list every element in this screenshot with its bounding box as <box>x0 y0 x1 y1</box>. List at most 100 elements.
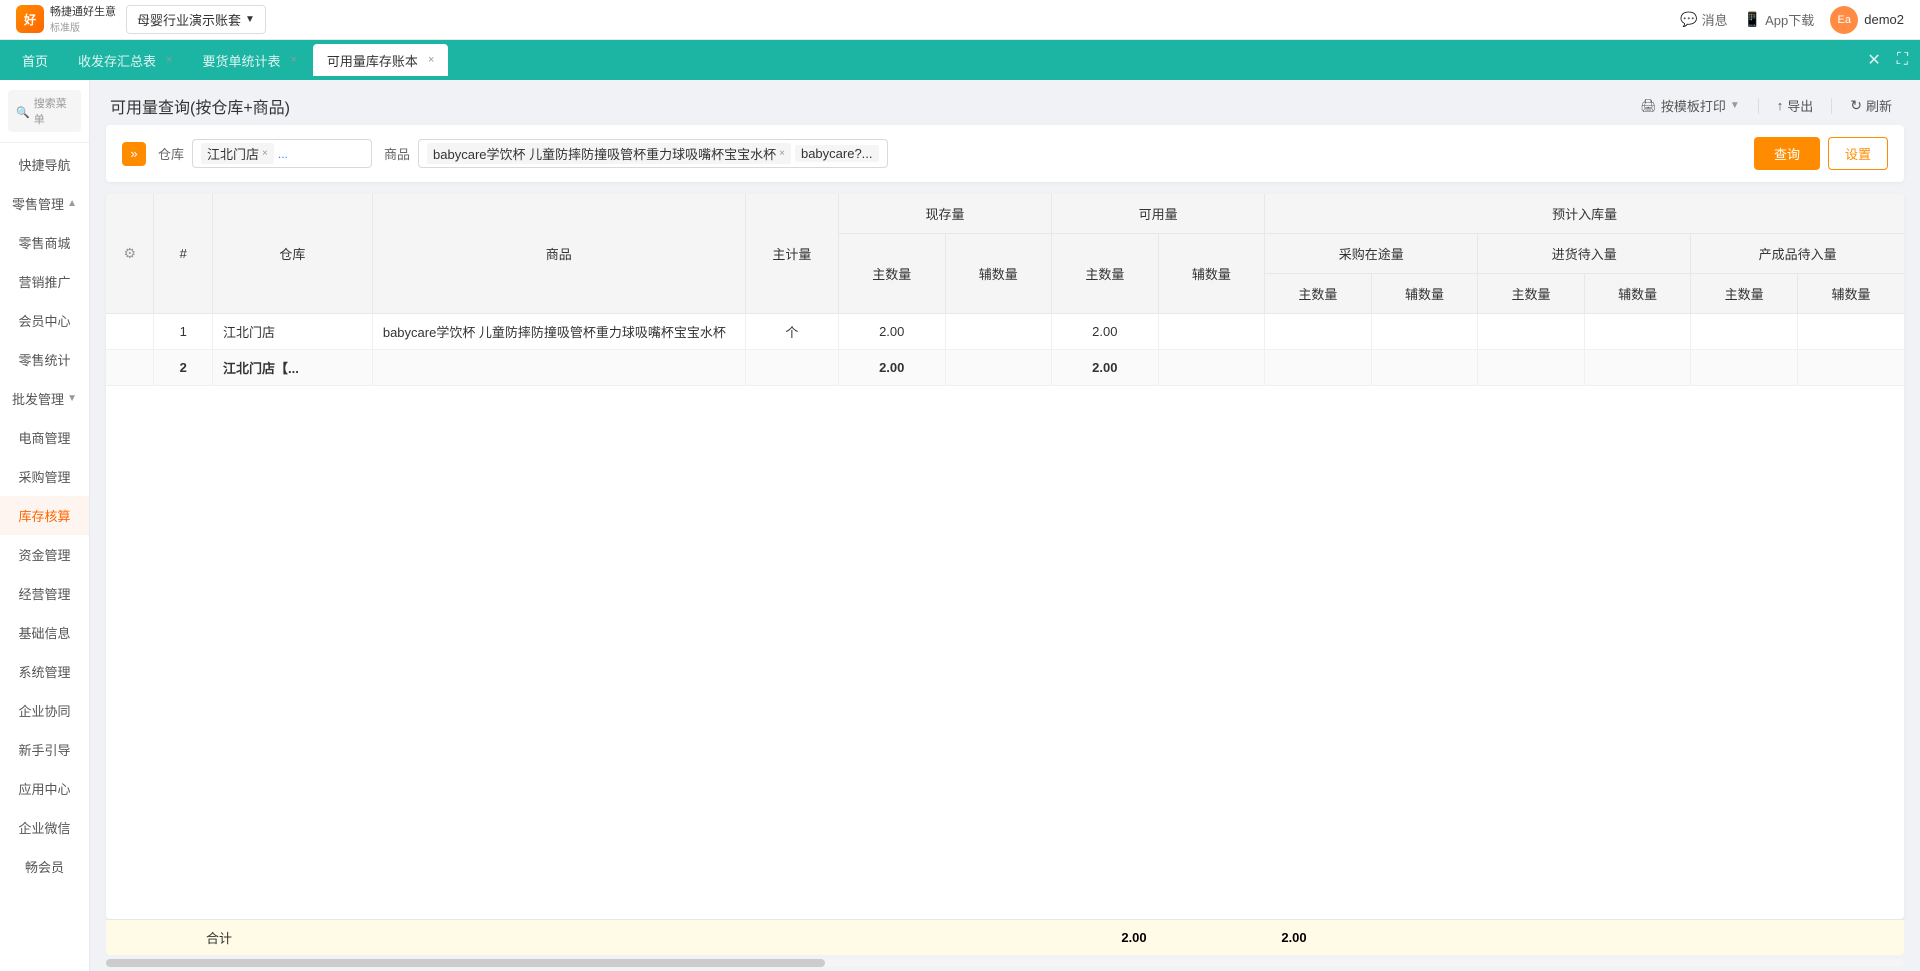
sidebar-item-marketing[interactable]: 营销推广 <box>0 262 89 301</box>
td-unit: 个 <box>745 314 838 350</box>
th-avail-main: 主数量 <box>1052 234 1159 314</box>
sidebar-item-retail-mall[interactable]: 零售商城 <box>0 223 89 262</box>
sidebar-item-finance[interactable]: 资金管理 <box>0 535 89 574</box>
td-pur-pending-aux <box>1584 350 1691 386</box>
print-icon <box>1640 98 1657 114</box>
product-tag-1: babycare学饮杯 儿童防摔防撞吸管杯重力球吸嘴杯宝宝水杯 × <box>427 143 791 164</box>
th-pur-transit-main: 主数量 <box>1265 274 1372 314</box>
td-stock-aux <box>945 314 1052 350</box>
sidebar-item-system[interactable]: 系统管理 <box>0 652 89 691</box>
topbar: 好 畅捷通好生意 标准版 母婴行业演示账套 ▼ 消息 App下载 Ea demo… <box>0 0 1920 40</box>
store-selector[interactable]: 母婴行业演示账套 ▼ <box>126 5 266 34</box>
th-stock-aux: 辅数量 <box>945 234 1052 314</box>
sidebar-item-quick-nav[interactable]: 快捷导航 <box>0 145 89 184</box>
table-header-row-1: ⚙ # 仓库 商品 主计量 现存量 可用量 预计入库量 <box>106 194 1904 234</box>
sidebar-item-member[interactable]: 畅会员 <box>0 847 89 886</box>
settings-button[interactable]: 设置 <box>1828 137 1888 170</box>
sidebar-item-purchase-mgmt[interactable]: 采购管理 <box>0 457 89 496</box>
sidebar-item-new-guide[interactable]: 新手引导 <box>0 730 89 769</box>
filter-bar: » 仓库 江北门店 × ... 商品 babycare学饮杯 儿童防摔防撞吸管杯… <box>106 125 1904 182</box>
page-header: 可用量查询(按仓库+商品) 按模板打印 ▼ 导出 刷新 <box>90 80 1920 125</box>
tab-home[interactable]: 首页 <box>8 44 62 76</box>
tab-shoufacun[interactable]: 收发存汇总表 × <box>64 44 186 76</box>
td-avail-aux <box>1158 314 1265 350</box>
logo: 好 畅捷通好生意 标准版 <box>16 5 116 34</box>
avatar: Ea <box>1830 6 1858 34</box>
tab-yaohuo[interactable]: 要货单统计表 × <box>188 44 310 76</box>
remove-product-tag-1[interactable]: × <box>779 148 785 159</box>
product-filter-input[interactable]: babycare学饮杯 儿童防摔防撞吸管杯重力球吸嘴杯宝宝水杯 × babyca… <box>418 139 887 168</box>
user-menu[interactable]: Ea demo2 <box>1830 6 1904 34</box>
td-pur-pending-main <box>1478 350 1585 386</box>
td-stock-aux <box>945 350 1052 386</box>
sidebar-item-enterprise[interactable]: 企业协同 <box>0 691 89 730</box>
close-icon[interactable]: × <box>166 54 172 66</box>
sidebar-item-inventory[interactable]: 库存核算 <box>0 496 89 535</box>
td-no: 1 <box>154 314 213 350</box>
td-avail-main: 2.00 <box>1052 314 1159 350</box>
sidebar-item-member-center[interactable]: 会员中心 <box>0 301 89 340</box>
td-prod-pending-aux <box>1797 314 1904 350</box>
page-actions: 按模板打印 ▼ 导出 刷新 <box>1632 92 1900 119</box>
content-area: 可用量查询(按仓库+商品) 按模板打印 ▼ 导出 刷新 <box>90 80 1920 971</box>
topbar-right: 消息 App下载 Ea demo2 <box>1680 6 1904 34</box>
tabbar: 首页 收发存汇总表 × 要货单统计表 × 可用量库存账本 × ✕ ⛶ <box>0 40 1920 80</box>
export-button[interactable]: 导出 <box>1769 92 1822 119</box>
close-icon[interactable]: × <box>428 54 434 66</box>
scroll-thumb[interactable] <box>106 959 825 967</box>
close-icon[interactable]: × <box>290 54 296 66</box>
td-prod-pending-main <box>1691 350 1798 386</box>
td-avail-aux <box>1158 350 1265 386</box>
td-warehouse: 江北门店【... <box>213 350 373 386</box>
logo-icon: 好 <box>16 5 44 33</box>
th-warehouse: 仓库 <box>213 194 373 314</box>
app-download-button[interactable]: App下载 <box>1744 10 1815 29</box>
td-avail-main: 2.00 <box>1052 350 1159 386</box>
filter-expand-button[interactable]: » <box>122 142 146 166</box>
remove-warehouse-tag[interactable]: × <box>262 148 268 159</box>
warehouse-more[interactable]: ... <box>278 147 288 161</box>
sidebar-item-retail-mgmt[interactable]: 零售管理 ▲ <box>0 184 89 223</box>
table-row: 2 江北门店【... 2.00 2.00 <box>106 350 1904 386</box>
maximize-icon[interactable]: ⛶ <box>1893 47 1912 73</box>
close-window-icon[interactable]: ✕ <box>1863 46 1884 74</box>
sidebar-item-basic-info[interactable]: 基础信息 <box>0 613 89 652</box>
message-button[interactable]: 消息 <box>1680 10 1727 29</box>
chat-icon <box>1680 11 1697 28</box>
warehouse-filter-group: 仓库 江北门店 × ... <box>158 139 372 168</box>
sidebar-item-retail-stats[interactable]: 零售统计 <box>0 340 89 379</box>
td-stock-main: 2.00 <box>838 314 945 350</box>
sidebar-item-app-center[interactable]: 应用中心 <box>0 769 89 808</box>
horizontal-scrollbar[interactable] <box>106 959 1904 967</box>
print-button[interactable]: 按模板打印 ▼ <box>1632 92 1747 119</box>
chevron-down-icon[interactable]: ▼ <box>1730 100 1740 111</box>
td-no: 2 <box>154 350 213 386</box>
data-table: ⚙ # 仓库 商品 主计量 现存量 可用量 预计入库量 主数量 辅数量 主数量 <box>106 194 1904 386</box>
sidebar-item-ecommerce[interactable]: 电商管理 <box>0 418 89 457</box>
td-pur-pending-aux <box>1584 314 1691 350</box>
tab-keyongliang[interactable]: 可用量库存账本 × <box>313 44 448 76</box>
th-avail-aux: 辅数量 <box>1158 234 1265 314</box>
product-filter-group: 商品 babycare学饮杯 儿童防摔防撞吸管杯重力球吸嘴杯宝宝水杯 × bab… <box>384 139 888 168</box>
sidebar-item-operation[interactable]: 经营管理 <box>0 574 89 613</box>
main-layout: 搜索菜单 快捷导航 零售管理 ▲ 零售商城 营销推广 会员中心 零售统计 <box>0 80 1920 971</box>
th-pur-transit: 采购在途量 <box>1265 234 1478 274</box>
th-pur-pending-aux: 辅数量 <box>1584 274 1691 314</box>
warehouse-tag: 江北门店 × <box>201 143 274 164</box>
sidebar-search[interactable]: 搜索菜单 <box>0 80 89 143</box>
th-prod-pending-aux: 辅数量 <box>1797 274 1904 314</box>
sidebar-item-wholesale-mgmt[interactable]: 批发管理 ▼ <box>0 379 89 418</box>
sidebar-item-enterprise-wx[interactable]: 企业微信 <box>0 808 89 847</box>
th-prod-pending-main: 主数量 <box>1691 274 1798 314</box>
expand-icon: ▼ <box>67 393 77 404</box>
search-icon <box>16 104 30 119</box>
refresh-button[interactable]: 刷新 <box>1842 92 1900 119</box>
warehouse-filter-input[interactable]: 江北门店 × ... <box>192 139 372 168</box>
td-warehouse: 江北门店 <box>213 314 373 350</box>
query-button[interactable]: 查询 <box>1754 137 1820 170</box>
page-title: 可用量查询(按仓库+商品) <box>110 94 290 118</box>
divider <box>1758 98 1759 114</box>
table-footer: 合计 2.00 2.00 <box>106 919 1904 955</box>
footer-label: 合计 <box>196 928 346 947</box>
divider <box>1831 98 1832 114</box>
